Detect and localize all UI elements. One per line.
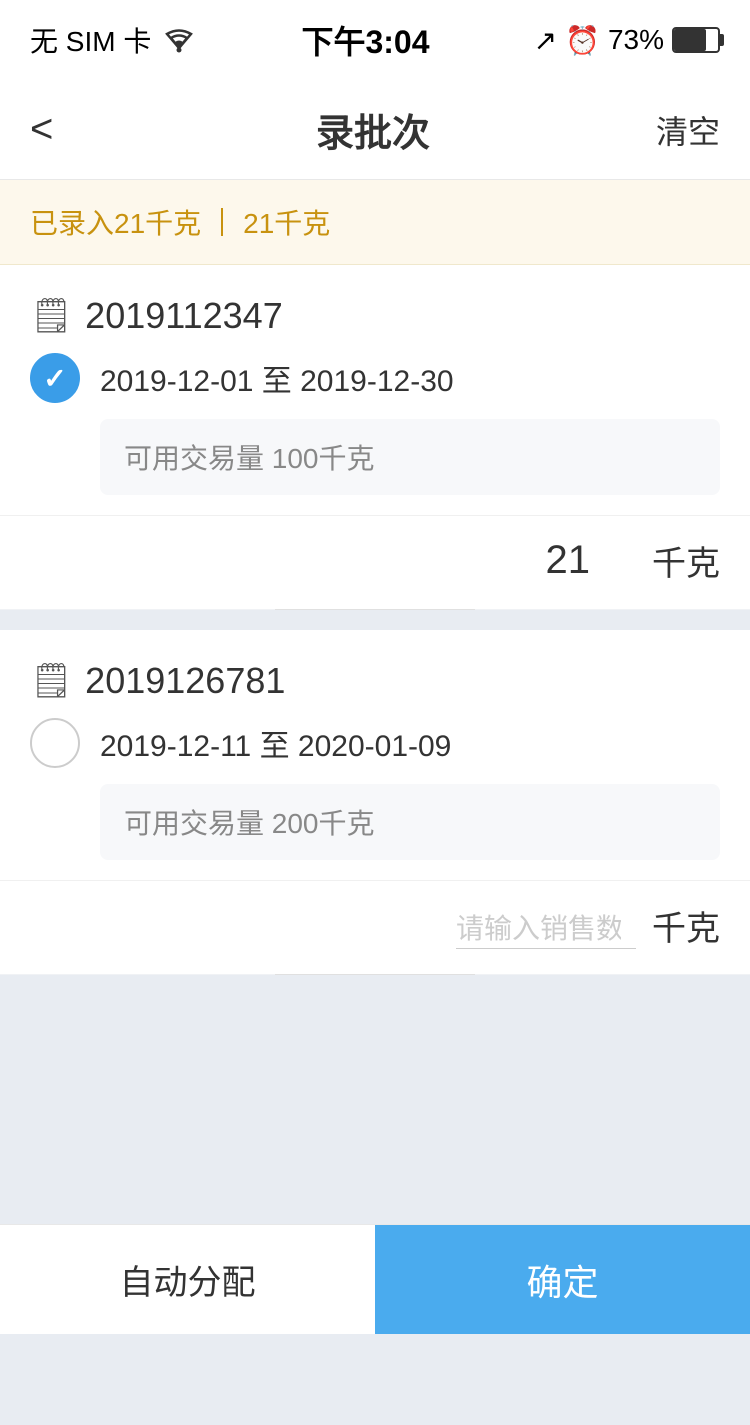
- info-value: 21千克: [243, 202, 330, 242]
- status-bar: 无 SIM 卡 下午3:04 ↗ ⏰ 73%: [0, 0, 750, 80]
- batch-doc-icon-2: 🗒: [30, 661, 73, 701]
- bottom-bar: 自动分配 确定: [0, 1224, 750, 1334]
- battery-percent: 73%: [608, 24, 664, 56]
- empty-area: [0, 975, 750, 1425]
- section-divider: [0, 610, 750, 630]
- batch-id-2: 2019126781: [85, 660, 285, 702]
- info-divider: [221, 208, 223, 236]
- confirm-button[interactable]: 确定: [375, 1225, 750, 1334]
- batch-date-row-1[interactable]: 2019-12-01 至 2019-12-30: [30, 353, 720, 403]
- quantity-unit-2: 千克: [652, 901, 720, 950]
- clear-button[interactable]: 清空: [656, 107, 720, 153]
- page-title: 录批次: [316, 102, 430, 157]
- quantity-row-2: 千克: [0, 880, 750, 974]
- nav-bar: < 录批次 清空: [0, 80, 750, 180]
- quantity-row-1: 21 千克: [0, 515, 750, 609]
- info-banner: 已录入21千克 21千克: [0, 180, 750, 265]
- batch-item-1: 🗒 2019112347 2019-12-01 至 2019-12-30 可用交…: [0, 265, 750, 515]
- alarm-icon: ⏰: [565, 24, 600, 57]
- status-time: 下午3:04: [301, 17, 429, 63]
- batch-available-1: 可用交易量 100千克: [100, 419, 720, 495]
- status-left: 无 SIM 卡: [30, 20, 197, 60]
- batch-date-1: 2019-12-01 至 2019-12-30: [100, 356, 454, 400]
- recorded-label: 已录入21千克: [30, 202, 201, 242]
- back-button[interactable]: <: [30, 107, 90, 152]
- location-icon: ↗: [534, 24, 557, 57]
- wifi-icon: [161, 26, 197, 54]
- batch-header-2: 🗒 2019126781: [30, 660, 720, 702]
- quantity-input-2[interactable]: [456, 903, 636, 949]
- batch-date-2: 2019-12-11 至 2020-01-09: [100, 721, 451, 765]
- carrier-label: 无 SIM 卡: [30, 20, 151, 60]
- battery-icon: [672, 27, 720, 53]
- batch-doc-icon-1: 🗒: [30, 296, 73, 336]
- status-right: ↗ ⏰ 73%: [534, 24, 720, 57]
- quantity-value-1: 21: [546, 538, 591, 583]
- quantity-unit-1: 千克: [652, 536, 720, 585]
- batch-radio-1[interactable]: [30, 353, 80, 403]
- batch-date-row-2[interactable]: 2019-12-11 至 2020-01-09: [30, 718, 720, 768]
- batch-radio-2[interactable]: [30, 718, 80, 768]
- batch-header-1: 🗒 2019112347: [30, 295, 720, 337]
- batch-id-1: 2019112347: [85, 295, 283, 337]
- batch-available-2: 可用交易量 200千克: [100, 784, 720, 860]
- auto-distribute-button[interactable]: 自动分配: [0, 1225, 375, 1334]
- batch-item-2: 🗒 2019126781 2019-12-11 至 2020-01-09 可用交…: [0, 630, 750, 880]
